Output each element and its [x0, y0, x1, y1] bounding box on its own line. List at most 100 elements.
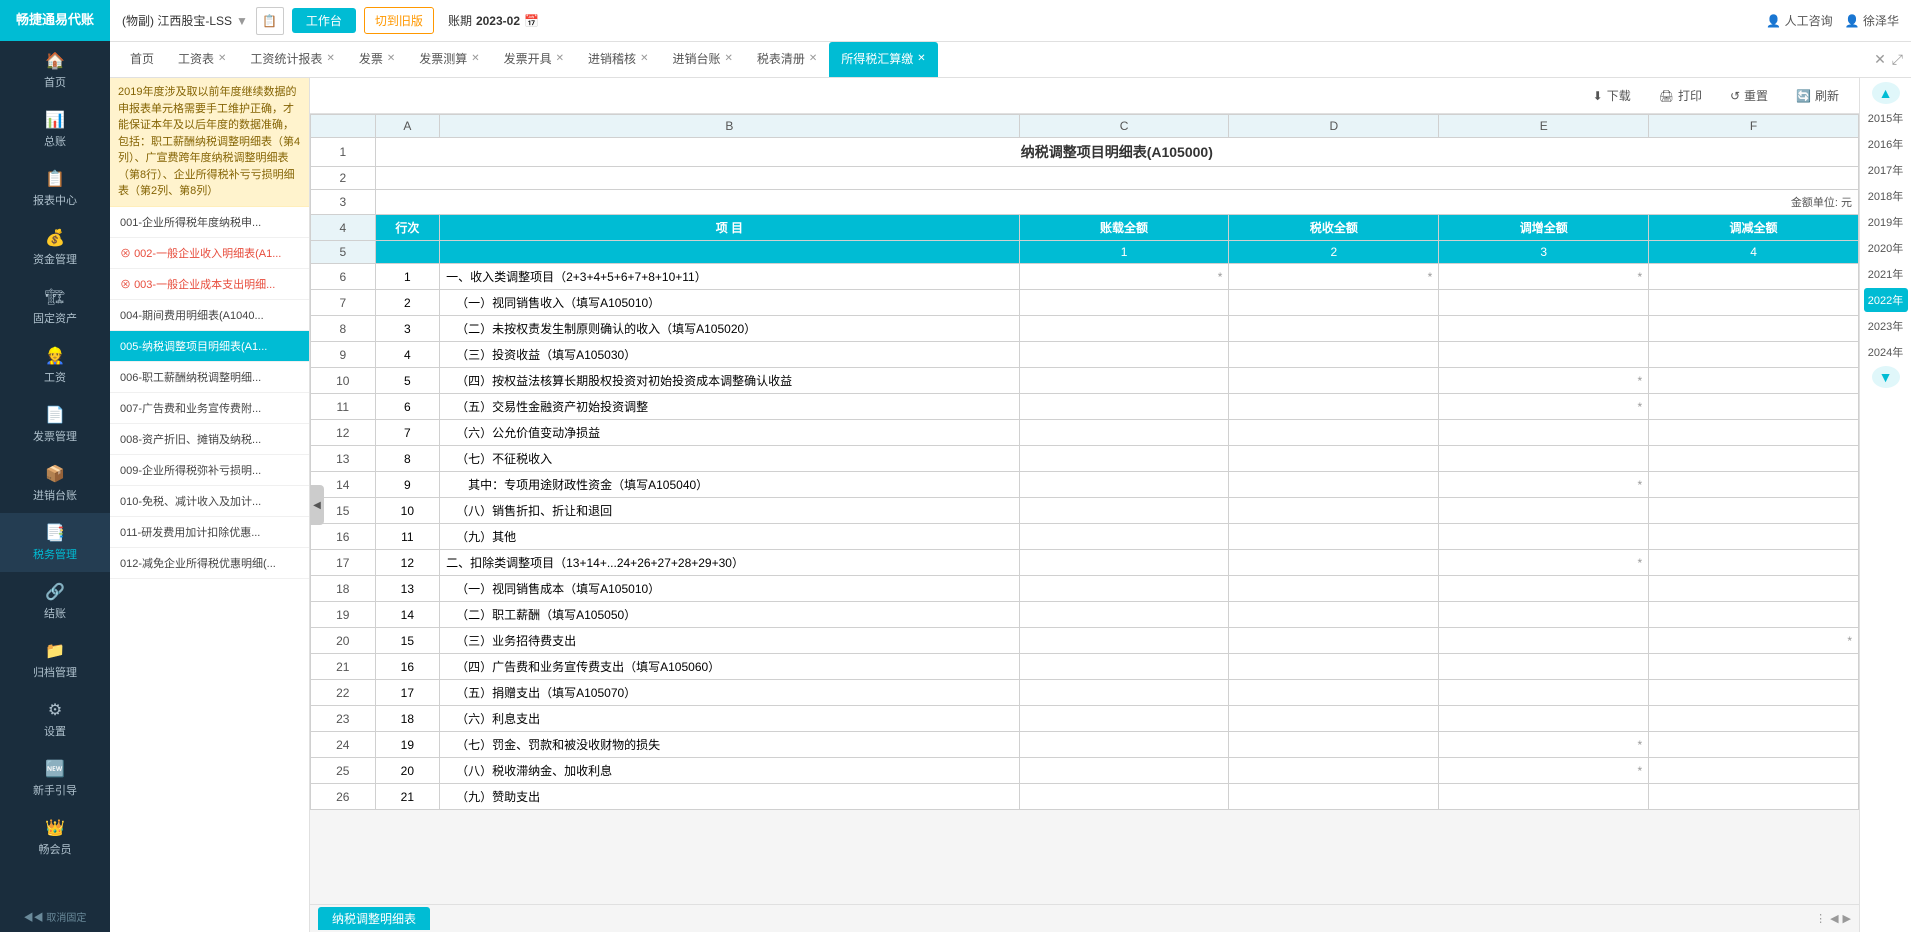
value-cell[interactable]: [1649, 290, 1859, 316]
value-cell[interactable]: [1229, 706, 1439, 732]
year-2018[interactable]: 2018年: [1864, 184, 1908, 208]
value-cell[interactable]: [1229, 576, 1439, 602]
year-2022[interactable]: 2022年: [1864, 288, 1908, 312]
tab-payslip[interactable]: 工资表 ✕: [166, 42, 238, 77]
sidebar-item-finance[interactable]: 💰 资金管理: [0, 218, 110, 277]
value-cell[interactable]: [1439, 602, 1649, 628]
sidebar-item-member[interactable]: 👑 畅会员: [0, 808, 110, 867]
tab-close-btn[interactable]: ✕: [809, 53, 817, 64]
refresh-btn[interactable]: 🔄 刷新: [1788, 84, 1847, 107]
menu-item-010[interactable]: 010-免税、减计收入及加计...: [110, 486, 309, 517]
sidebar-item-close[interactable]: 🔗 结账: [0, 572, 110, 631]
value-cell[interactable]: [1649, 368, 1859, 394]
value-cell[interactable]: [1229, 394, 1439, 420]
tab-invoice[interactable]: 发票 ✕: [347, 42, 407, 77]
value-cell[interactable]: [1439, 342, 1649, 368]
value-cell[interactable]: *: [1439, 550, 1649, 576]
spreadsheet-container[interactable]: A B C D E F 1 纳税调整项目明细表(A105000): [310, 114, 1859, 904]
value-cell[interactable]: [1649, 758, 1859, 784]
value-cell[interactable]: [1439, 784, 1649, 810]
reset-btn[interactable]: ↺ 重置: [1722, 84, 1776, 107]
value-cell[interactable]: [1019, 602, 1229, 628]
value-cell[interactable]: [1229, 654, 1439, 680]
tab-maximize-btn[interactable]: ⤢: [1892, 51, 1903, 68]
sidebar-item-invoice[interactable]: 📄 发票管理: [0, 395, 110, 454]
value-cell[interactable]: [1649, 498, 1859, 524]
value-cell[interactable]: [1019, 784, 1229, 810]
year-up-btn[interactable]: ▲: [1872, 82, 1900, 104]
print-btn[interactable]: 🖨 打印: [1651, 84, 1710, 107]
value-cell[interactable]: [1649, 784, 1859, 810]
tab-close-btn[interactable]: ✕: [326, 53, 334, 64]
tab-purchase-check[interactable]: 进销稽核 ✕: [576, 42, 660, 77]
value-cell[interactable]: [1649, 680, 1859, 706]
value-cell[interactable]: [1229, 446, 1439, 472]
value-cell[interactable]: [1649, 420, 1859, 446]
value-cell[interactable]: [1019, 732, 1229, 758]
sidebar-item-assets[interactable]: 🏗 固定资产: [0, 277, 110, 336]
value-cell[interactable]: [1229, 472, 1439, 498]
tab-invoice-calc[interactable]: 发票测算 ✕: [407, 42, 491, 77]
tab-invoice-issue[interactable]: 发票开具 ✕: [492, 42, 576, 77]
tab-income-tax[interactable]: 所得税汇算缴 ✕: [829, 42, 937, 77]
sidebar-item-ledger[interactable]: 📊 总账: [0, 100, 110, 159]
year-2019[interactable]: 2019年: [1864, 210, 1908, 234]
value-cell[interactable]: [1649, 316, 1859, 342]
value-cell[interactable]: [1439, 576, 1649, 602]
value-cell[interactable]: [1019, 498, 1229, 524]
value-cell[interactable]: [1229, 758, 1439, 784]
value-cell[interactable]: *: [1439, 264, 1649, 290]
value-cell[interactable]: [1229, 784, 1439, 810]
value-cell[interactable]: [1649, 394, 1859, 420]
value-cell[interactable]: [1229, 316, 1439, 342]
sidebar-item-tax[interactable]: 📑 税务管理: [0, 513, 110, 572]
sidebar-item-reports[interactable]: 📋 报表中心: [0, 159, 110, 218]
sidebar-item-settings[interactable]: ⚙ 设置: [0, 690, 110, 749]
menu-item-001[interactable]: 001-企业所得税年度纳税申...: [110, 207, 309, 238]
value-cell[interactable]: [1019, 316, 1229, 342]
value-cell[interactable]: [1439, 420, 1649, 446]
value-cell[interactable]: [1019, 368, 1229, 394]
value-cell[interactable]: [1229, 342, 1439, 368]
menu-item-007[interactable]: 007-广告费和业务宣传费附...: [110, 393, 309, 424]
value-cell[interactable]: [1019, 576, 1229, 602]
tab-close-all-btn[interactable]: ✕: [1874, 51, 1886, 68]
year-down-btn[interactable]: ▼: [1872, 366, 1900, 388]
value-cell[interactable]: [1019, 342, 1229, 368]
menu-item-003[interactable]: ⊗ 003-一般企业成本支出明细...: [110, 269, 309, 300]
scroll-right-btn[interactable]: ▶: [1843, 912, 1851, 925]
value-cell[interactable]: [1649, 706, 1859, 732]
old-version-btn[interactable]: 切到旧版: [364, 7, 434, 34]
panel-collapse-btn[interactable]: ◀: [310, 485, 324, 525]
value-cell[interactable]: [1439, 316, 1649, 342]
copy-btn[interactable]: 📋: [256, 7, 284, 35]
calendar-icon[interactable]: 📅: [524, 14, 539, 28]
value-cell[interactable]: [1019, 680, 1229, 706]
value-cell[interactable]: [1229, 550, 1439, 576]
value-cell[interactable]: [1019, 706, 1229, 732]
value-cell[interactable]: [1649, 732, 1859, 758]
value-cell[interactable]: [1439, 498, 1649, 524]
workbench-btn[interactable]: 工作台: [292, 8, 356, 33]
menu-item-008[interactable]: 008-资产折旧、摊销及纳税...: [110, 424, 309, 455]
sidebar-item-payroll[interactable]: 👷 工资: [0, 336, 110, 395]
menu-item-011[interactable]: 011-研发费用加计扣除优惠...: [110, 517, 309, 548]
value-cell[interactable]: [1439, 290, 1649, 316]
tab-close-btn[interactable]: ✕: [387, 53, 395, 64]
menu-item-006[interactable]: 006-职工薪酬纳税调整明细...: [110, 362, 309, 393]
scroll-left-btn[interactable]: ◀: [1830, 912, 1838, 925]
menu-item-005[interactable]: 005-纳税调整项目明细表(A1...: [110, 331, 309, 362]
value-cell[interactable]: [1229, 420, 1439, 446]
menu-item-009[interactable]: 009-企业所得税弥补亏损明...: [110, 455, 309, 486]
value-cell[interactable]: [1019, 472, 1229, 498]
value-cell[interactable]: [1649, 342, 1859, 368]
tab-close-btn[interactable]: ✕: [471, 53, 479, 64]
sidebar-item-archive[interactable]: 📁 归档管理: [0, 631, 110, 690]
year-2023[interactable]: 2023年: [1864, 314, 1908, 338]
value-cell[interactable]: [1229, 628, 1439, 654]
value-cell[interactable]: [1019, 550, 1229, 576]
value-cell[interactable]: [1019, 628, 1229, 654]
tab-close-btn[interactable]: ✕: [724, 53, 732, 64]
value-cell[interactable]: [1019, 290, 1229, 316]
value-cell[interactable]: [1649, 446, 1859, 472]
